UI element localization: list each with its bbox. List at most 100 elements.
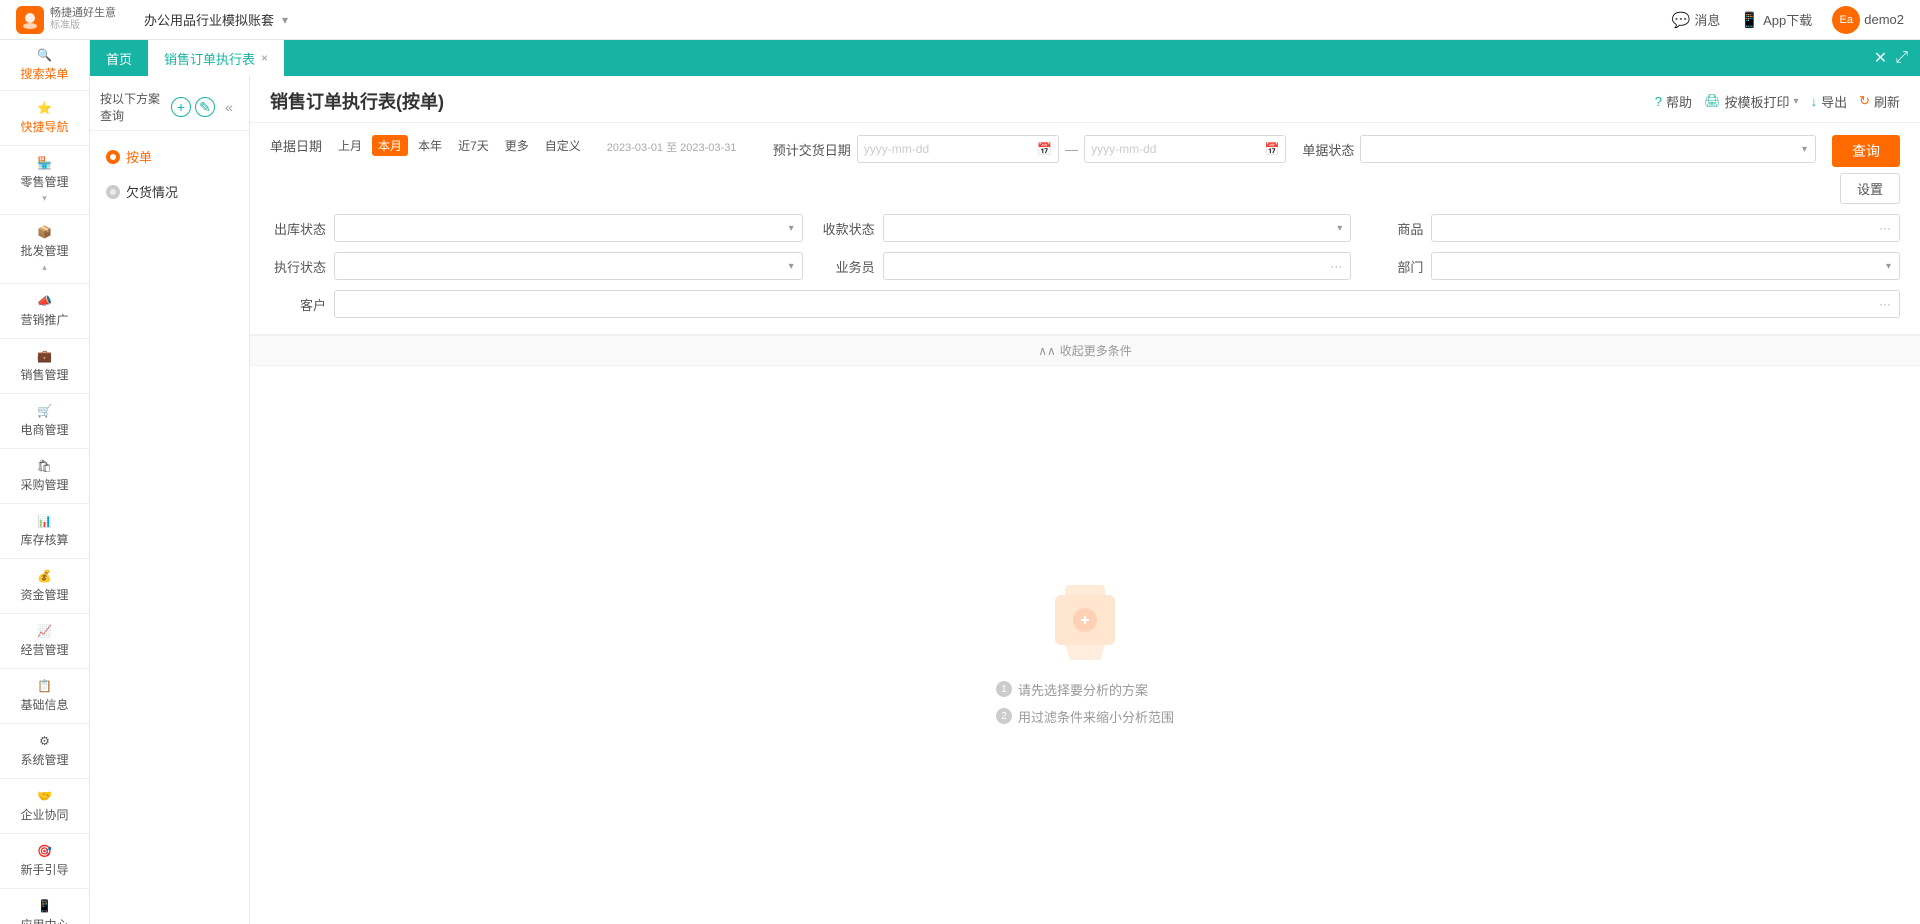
print-action[interactable]: 🖨 按模板打印 ▾	[1704, 92, 1799, 111]
dept-filter: 部门 ▾	[1367, 252, 1900, 280]
dept-dropdown-icon: ▾	[1886, 261, 1891, 272]
status-select[interactable]: ▾	[1360, 135, 1816, 163]
date-tab-current-month[interactable]: 本月	[372, 135, 408, 156]
delivery-status-filter: 出库状态 ▾	[270, 214, 803, 242]
app-download-action[interactable]: 📱 App下载	[1740, 10, 1812, 29]
search-icon: 🔍	[37, 48, 52, 62]
sidebar-item-inventory[interactable]: 📊 库存核算	[0, 504, 89, 559]
collapse-bar[interactable]: ∧∧ 收起更多条件	[250, 335, 1920, 366]
collapse-panel-button[interactable]: «	[219, 97, 239, 117]
salesperson-input[interactable]: ···	[883, 252, 1352, 280]
newbie-icon: 🎯	[37, 844, 52, 858]
product-input[interactable]: ···	[1431, 214, 1900, 242]
menu-item-按单[interactable]: 按单	[90, 139, 249, 174]
tab-close-icon[interactable]: ×	[261, 51, 268, 65]
execution-status-filter: 执行状态 ▾	[270, 252, 803, 280]
base-icon: 📋	[37, 679, 52, 693]
enterprise-icon: 🤝	[37, 789, 52, 803]
export-action[interactable]: ↓ 导出	[1811, 92, 1848, 111]
sidebar-item-operation[interactable]: 📈 经营管理	[0, 614, 89, 669]
logo-area: 畅捷通好生意 标准版	[16, 6, 116, 34]
sidebar-item-sales[interactable]: 💼 销售管理	[0, 339, 89, 394]
export-icon: ↓	[1811, 94, 1818, 109]
expected-date-from[interactable]: yyyy-mm-dd 📅	[857, 135, 1059, 163]
sidebar-item-marketing[interactable]: 📣 营销推广	[0, 284, 89, 339]
expected-date-to[interactable]: yyyy-mm-dd 📅	[1084, 135, 1286, 163]
product-filter: 商品 ···	[1367, 214, 1900, 242]
header-left: 畅捷通好生意 标准版 办公用品行业模拟账套 ▾	[16, 6, 288, 34]
sidebar-search[interactable]: 🔍 搜索菜单	[0, 40, 89, 91]
delivery-dropdown-icon: ▾	[789, 223, 794, 234]
date-tab-7days[interactable]: 近7天	[452, 135, 495, 156]
purchase-icon: 🛍	[37, 459, 52, 473]
status-label: 单据状态	[1302, 140, 1354, 159]
settings-button[interactable]: 设置	[1840, 173, 1900, 204]
window-close-icon[interactable]: ✕	[1874, 48, 1887, 68]
status-filter: 单据状态 ▾	[1302, 135, 1816, 163]
sidebar-item-appcenter[interactable]: 📱 应用中心	[0, 889, 89, 924]
top-header: 畅捷通好生意 标准版 办公用品行业模拟账套 ▾ 💬 消息 📱 App下载 Ea …	[0, 0, 1920, 40]
app-download-icon: 📱	[1740, 11, 1759, 29]
execution-dropdown-icon: ▾	[789, 261, 794, 272]
sidebar-item-ecommerce[interactable]: 🛒 电商管理	[0, 394, 89, 449]
user-profile[interactable]: Ea demo2	[1832, 6, 1904, 34]
sidebar-quick-nav[interactable]: ⭐ 快捷导航	[0, 91, 89, 146]
execution-status-select[interactable]: ▾	[334, 252, 803, 280]
menu-item-欠货情况[interactable]: 欠货情况	[90, 174, 249, 209]
tab-home[interactable]: 首页	[90, 40, 148, 76]
page-title: 销售订单执行表(按单)	[270, 88, 444, 114]
window-expand-icon[interactable]: ⤢	[1895, 49, 1908, 67]
left-panel-actions: + ✎ «	[171, 97, 239, 117]
add-scheme-button[interactable]: +	[171, 97, 191, 117]
date-tab-more[interactable]: 更多	[499, 135, 535, 156]
delivery-status-select[interactable]: ▾	[334, 214, 803, 242]
refresh-action[interactable]: ↻ 刷新	[1859, 92, 1900, 111]
date-tab-prev-month[interactable]: 上月	[332, 135, 368, 156]
appcenter-icon: 📱	[37, 899, 52, 913]
tab-sales-execution[interactable]: 销售订单执行表 ×	[148, 40, 284, 76]
message-action[interactable]: 💬 消息	[1672, 10, 1721, 29]
sidebar-item-newbie[interactable]: 🎯 新手引导	[0, 834, 89, 889]
delivery-status-label: 出库状态	[270, 219, 326, 238]
date-range-text: 2023-03-01 至 2023-03-31	[607, 139, 757, 155]
sidebar-item-wholesale[interactable]: 📦 批发管理 ▴	[0, 215, 89, 284]
date-tab-year[interactable]: 本年	[412, 135, 448, 156]
date-filter: 单据日期 上月 本月 本年 近7天 更多 自定义	[270, 135, 591, 156]
execution-status-label: 执行状态	[270, 257, 326, 276]
empty-tips: 1 请先选择要分析的方案 2 用过滤条件来缩小分析范围	[996, 680, 1174, 726]
dept-select[interactable]: ▾	[1431, 252, 1900, 280]
sidebar-item-enterprise[interactable]: 🤝 企业协同	[0, 779, 89, 834]
sidebar-item-system[interactable]: ⚙ 系统管理	[0, 724, 89, 779]
query-button[interactable]: 查询	[1832, 135, 1900, 167]
payment-status-filter: 收款状态 ▾	[819, 214, 1352, 242]
breadcrumb[interactable]: 办公用品行业模拟账套 ▾	[144, 10, 288, 29]
filter-row-3: 执行状态 ▾ 业务员 ···	[270, 252, 1900, 280]
product-label: 商品	[1367, 219, 1423, 238]
collapse-up-icon: ∧∧	[1038, 344, 1056, 358]
refresh-icon: ↻	[1859, 93, 1870, 109]
edit-scheme-button[interactable]: ✎	[195, 97, 215, 117]
sidebar-item-base[interactable]: 📋 基础信息	[0, 669, 89, 724]
logo-text: 畅捷通好生意 标准版	[50, 7, 116, 32]
help-action[interactable]: ? 帮助	[1655, 92, 1692, 111]
empty-state: 1 请先选择要分析的方案 2 用过滤条件来缩小分析范围	[250, 366, 1920, 924]
sidebar-item-retail[interactable]: 🏪 零售管理 ▾	[0, 146, 89, 215]
calendar-icon-2: 📅	[1264, 142, 1279, 156]
customer-input[interactable]: ···	[334, 290, 1900, 318]
empty-tip-2: 2 用过滤条件来缩小分析范围	[996, 707, 1174, 726]
inventory-icon: 📊	[37, 514, 52, 528]
payment-status-select[interactable]: ▾	[883, 214, 1352, 242]
date-tab-custom[interactable]: 自定义	[539, 135, 587, 156]
help-icon: ?	[1655, 94, 1662, 109]
system-icon: ⚙	[39, 734, 50, 748]
sidebar-item-purchase[interactable]: 🛍 采购管理	[0, 449, 89, 504]
wholesale-icon: 📦	[37, 225, 52, 239]
tab-bar-actions: ✕ ⤢	[1874, 48, 1920, 68]
page-inner: 按以下方案查询 + ✎ « 按单	[90, 76, 1920, 924]
sidebar-item-finance[interactable]: 💰 资金管理	[0, 559, 89, 614]
message-icon: 💬	[1672, 11, 1691, 29]
breadcrumb-dropdown-icon[interactable]: ▾	[282, 13, 288, 27]
payment-status-label: 收款状态	[819, 219, 875, 238]
menu-dot-grey	[106, 185, 120, 199]
menu-dot-orange	[106, 150, 120, 164]
